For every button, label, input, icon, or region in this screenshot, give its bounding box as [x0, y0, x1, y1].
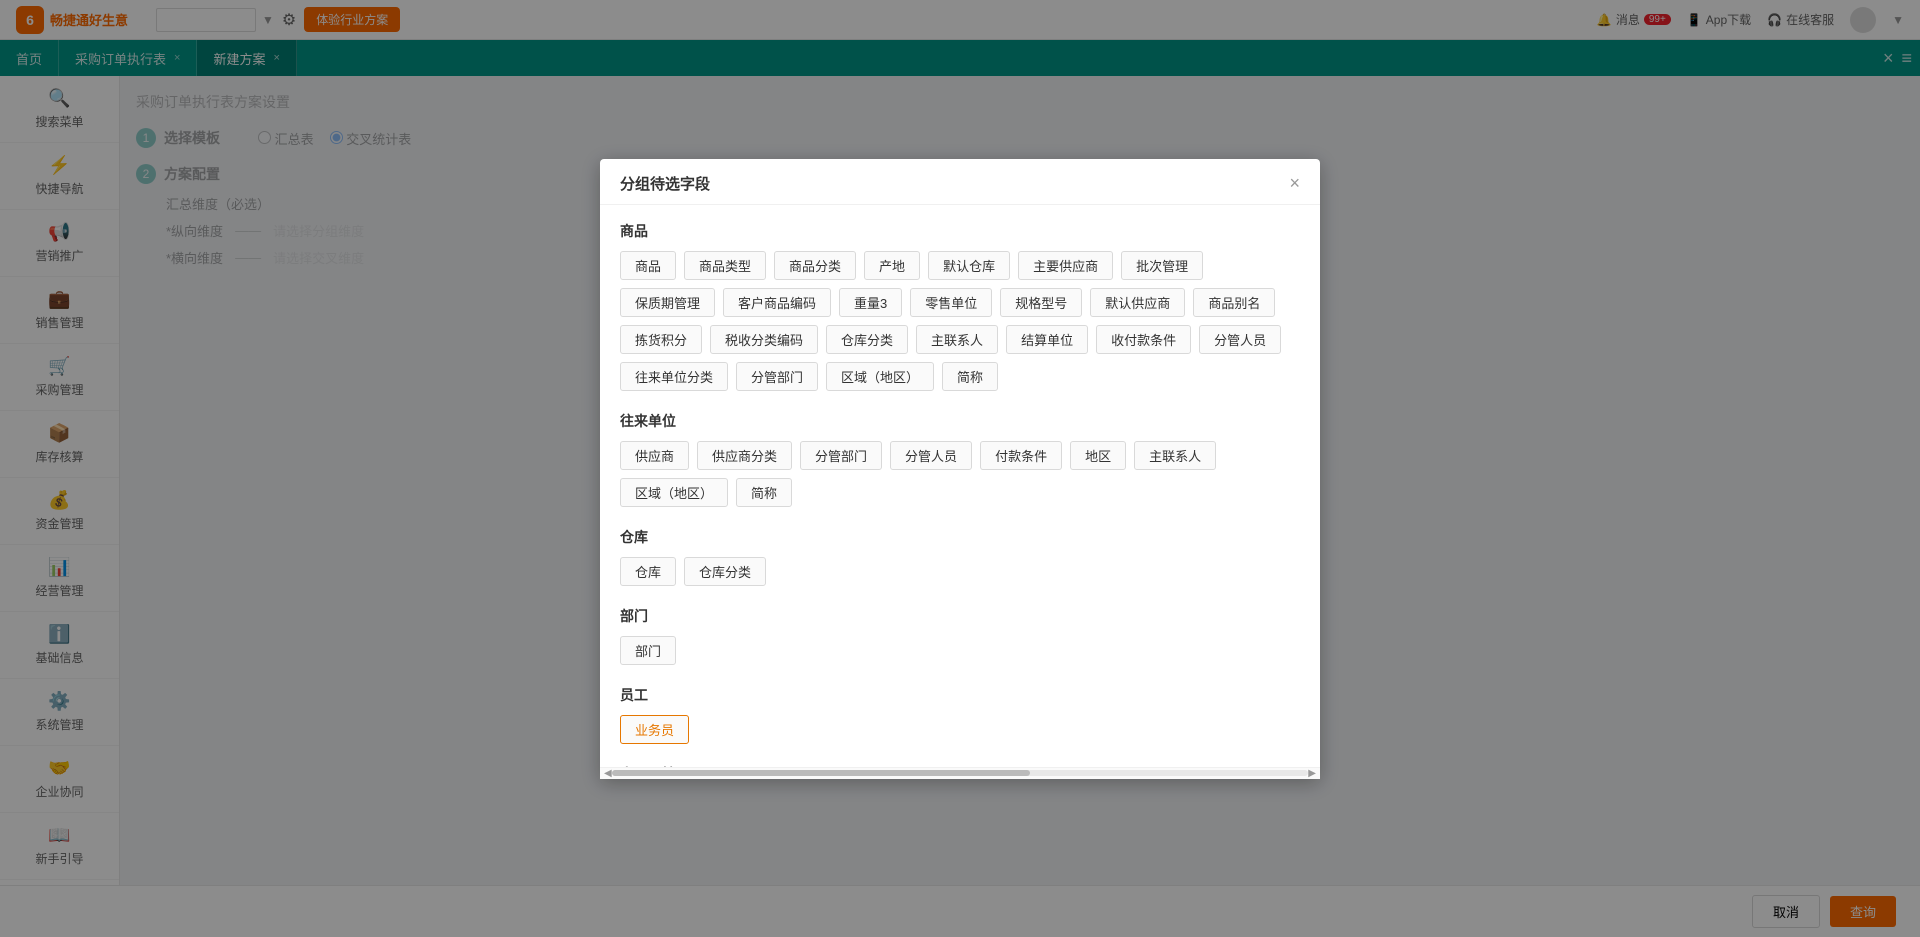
section-warehouse-tags: 仓库 仓库分类 [620, 557, 1300, 586]
field-tag-warehouse[interactable]: 仓库 [620, 557, 676, 586]
section-warehouse-title: 仓库 [620, 527, 1300, 547]
field-tag-goods-type[interactable]: 商品类型 [684, 251, 766, 280]
field-tag-default-warehouse[interactable]: 默认仓库 [928, 251, 1010, 280]
section-goods: 商品 商品 商品类型 商品分类 产地 默认仓库 主要供应商 批次管理 保质期管理… [620, 221, 1300, 391]
field-tag-abbr-partner[interactable]: 简称 [736, 478, 792, 507]
field-tag-goods-alias[interactable]: 商品别名 [1193, 288, 1275, 317]
field-tag-salesperson[interactable]: 业务员 [620, 715, 689, 744]
field-tag-supervisor[interactable]: 分管人员 [1199, 325, 1281, 354]
field-tag-default-supplier[interactable]: 默认供应商 [1090, 288, 1185, 317]
section-dept-tags: 部门 [620, 636, 1300, 665]
field-tag-weight3[interactable]: 重量3 [839, 288, 902, 317]
field-tag-retail-unit[interactable]: 零售单位 [910, 288, 992, 317]
field-tag-dept[interactable]: 部门 [620, 636, 676, 665]
section-goods-title: 商品 [620, 221, 1300, 241]
field-tag-supervisor-partner[interactable]: 分管人员 [890, 441, 972, 470]
field-tag-main-supplier[interactable]: 主要供应商 [1018, 251, 1113, 280]
modal-title: 分组待选字段 [620, 173, 710, 194]
field-tag-goods-category[interactable]: 商品分类 [774, 251, 856, 280]
modal-body[interactable]: 商品 商品 商品类型 商品分类 产地 默认仓库 主要供应商 批次管理 保质期管理… [600, 205, 1320, 767]
field-tag-goods[interactable]: 商品 [620, 251, 676, 280]
section-staff: 员工 业务员 [620, 685, 1300, 744]
horizontal-scroll-track[interactable] [612, 770, 1309, 776]
section-partner: 往来单位 供应商 供应商分类 分管部门 分管人员 付款条件 地区 主联系人 区域… [620, 411, 1300, 507]
field-tag-supplier[interactable]: 供应商 [620, 441, 689, 470]
field-tag-area[interactable]: 地区 [1070, 441, 1126, 470]
field-tag-main-contact-partner[interactable]: 主联系人 [1134, 441, 1216, 470]
horizontal-scroll-thumb [612, 770, 1030, 776]
field-tag-dept-partner[interactable]: 分管部门 [800, 441, 882, 470]
section-staff-tags: 业务员 [620, 715, 1300, 744]
field-tag-expiry-mgmt[interactable]: 保质期管理 [620, 288, 715, 317]
section-warehouse: 仓库 仓库 仓库分类 [620, 527, 1300, 586]
field-tag-region-partner[interactable]: 区域（地区） [620, 478, 728, 507]
field-tag-partner-category[interactable]: 往来单位分类 [620, 362, 728, 391]
field-tag-dept-in-charge[interactable]: 分管部门 [736, 362, 818, 391]
modal-overlay: 分组待选字段 × 商品 商品 商品类型 商品分类 产地 默认仓库 主要供应商 批… [0, 0, 1920, 937]
field-tag-spec-model[interactable]: 规格型号 [1000, 288, 1082, 317]
field-tag-picking-points[interactable]: 拣货积分 [620, 325, 702, 354]
field-tag-settlement-unit[interactable]: 结算单位 [1006, 325, 1088, 354]
field-tag-main-contact[interactable]: 主联系人 [916, 325, 998, 354]
section-staff-title: 员工 [620, 685, 1300, 705]
scroll-right-arrow[interactable]: ▶ [1308, 768, 1316, 779]
section-partner-title: 往来单位 [620, 411, 1300, 431]
section-dept-title: 部门 [620, 606, 1300, 626]
modal-header: 分组待选字段 × [600, 159, 1320, 205]
field-tag-origin[interactable]: 产地 [864, 251, 920, 280]
field-tag-payment-condition[interactable]: 付款条件 [980, 441, 1062, 470]
field-tag-warehouse-cat[interactable]: 仓库分类 [684, 557, 766, 586]
scroll-left-arrow[interactable]: ◀ [604, 768, 612, 779]
field-tag-supplier-category[interactable]: 供应商分类 [697, 441, 792, 470]
field-tag-payment-terms[interactable]: 收付款条件 [1096, 325, 1191, 354]
section-goods-tags: 商品 商品类型 商品分类 产地 默认仓库 主要供应商 批次管理 保质期管理 客户… [620, 251, 1300, 391]
field-select-modal: 分组待选字段 × 商品 商品 商品类型 商品分类 产地 默认仓库 主要供应商 批… [600, 159, 1320, 779]
field-tag-abbr-goods[interactable]: 简称 [942, 362, 998, 391]
field-tag-batch-mgmt[interactable]: 批次管理 [1121, 251, 1203, 280]
modal-close-button[interactable]: × [1289, 173, 1300, 194]
section-partner-tags: 供应商 供应商分类 分管部门 分管人员 付款条件 地区 主联系人 区域（地区） … [620, 441, 1300, 507]
modal-horizontal-scrollbar[interactable]: ◀ ▶ [600, 767, 1320, 779]
field-tag-customer-code[interactable]: 客户商品编码 [723, 288, 831, 317]
field-tag-warehouse-category[interactable]: 仓库分类 [826, 325, 908, 354]
field-tag-tax-code[interactable]: 税收分类编码 [710, 325, 818, 354]
field-tag-region-goods[interactable]: 区域（地区） [826, 362, 934, 391]
section-dept: 部门 部门 [620, 606, 1300, 665]
